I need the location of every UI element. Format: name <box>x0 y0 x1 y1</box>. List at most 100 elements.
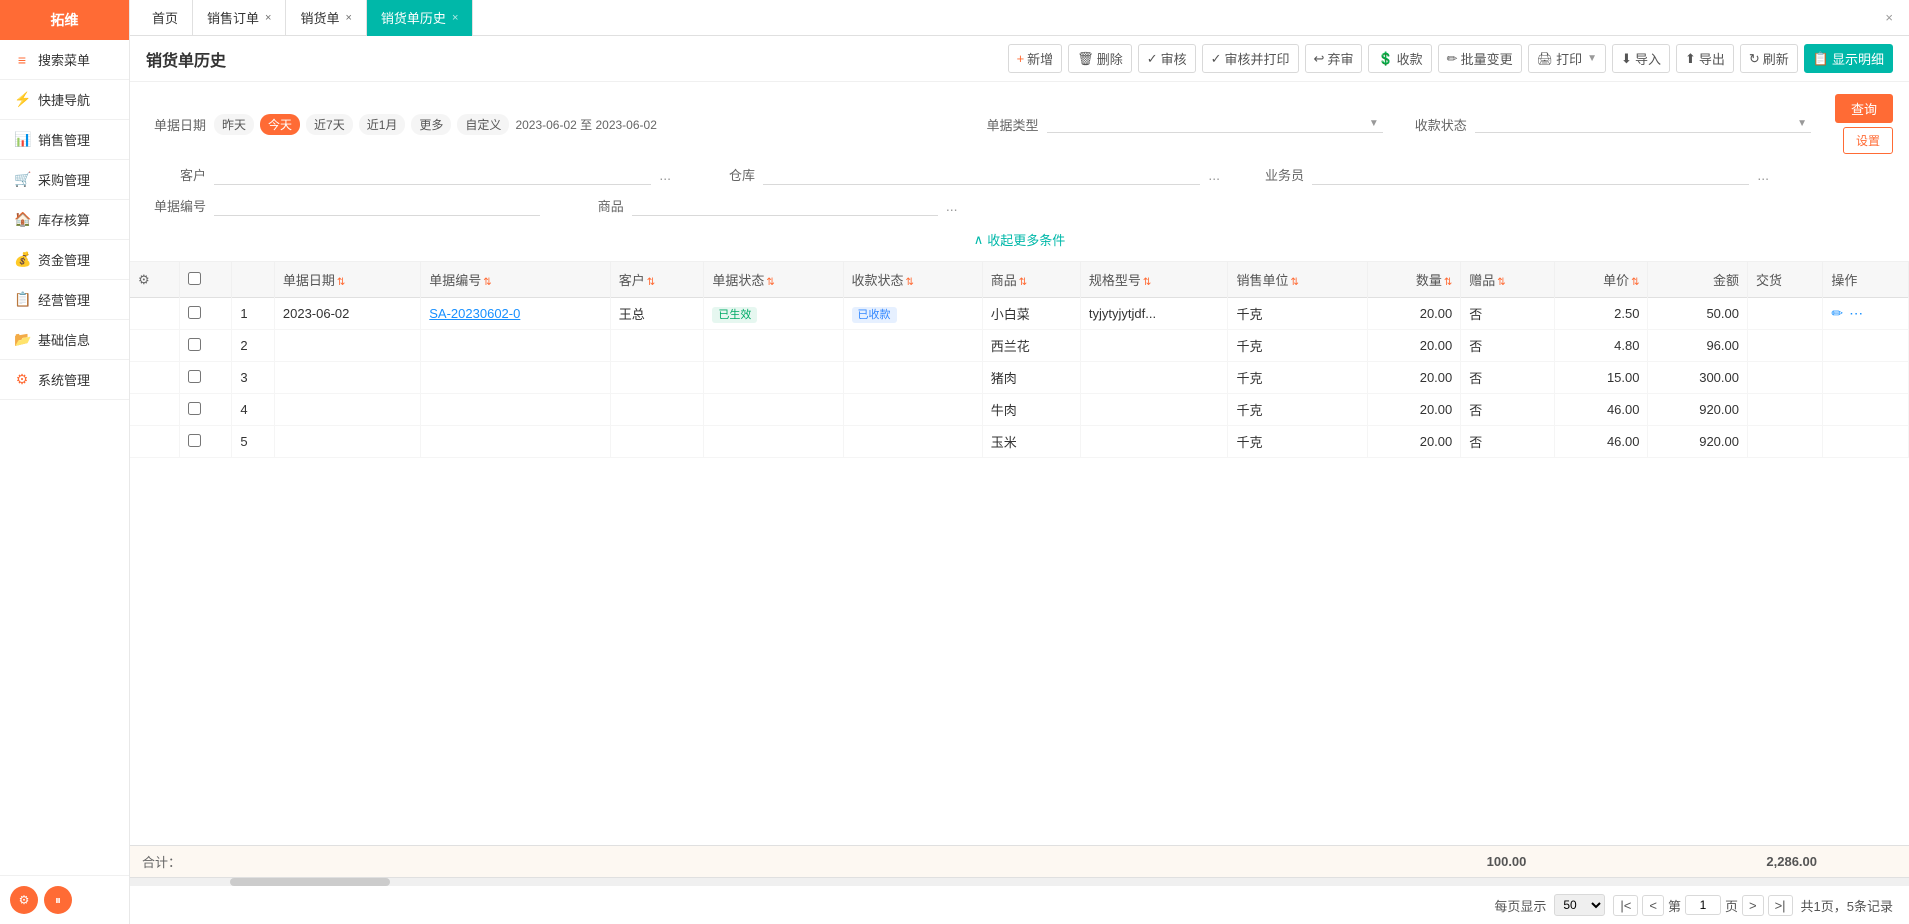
collapse-button[interactable]: ∧ 收起更多条件 <box>146 226 1893 253</box>
import-button[interactable]: ⬇ 导入 <box>1612 44 1670 73</box>
col-goods[interactable]: 商品⇅ <box>982 262 1080 298</box>
new-button[interactable]: + 新增 <box>1008 44 1063 73</box>
horizontal-scrollbar[interactable] <box>130 877 1909 885</box>
delete-button[interactable]: 🗑 删除 <box>1068 44 1132 73</box>
close-all-icon[interactable]: × <box>1877 10 1901 25</box>
date-chip-yesterday[interactable]: 昨天 <box>214 114 254 135</box>
sidebar-item-basic[interactable]: 📂 基础信息 <box>0 320 129 360</box>
checkbox-cell[interactable] <box>179 330 232 362</box>
goods-input[interactable] <box>632 195 938 216</box>
sidebar-item-sales[interactable]: 📊 销售管理 <box>0 120 129 160</box>
tab-sales-delivery[interactable]: 销货单 × <box>286 0 366 36</box>
sidebar-item-inventory[interactable]: 🏠 库存核算 <box>0 200 129 240</box>
scroll-thumb[interactable] <box>230 878 390 886</box>
tab-sales-history[interactable]: 销货单历史 × <box>367 0 473 36</box>
doc-no-cell[interactable]: SA-20230602-0 <box>421 298 610 330</box>
batch-change-button[interactable]: ✏ 批量变更 <box>1438 44 1522 73</box>
col-amount[interactable]: 金额 <box>1648 262 1748 298</box>
doc-no-link[interactable]: SA-20230602-0 <box>429 306 520 321</box>
date-chip-today[interactable]: 今天 <box>260 114 300 135</box>
col-customer[interactable]: 客户⇅ <box>610 262 704 298</box>
close-sales-delivery-icon[interactable]: × <box>345 12 351 24</box>
doc-no-cell[interactable] <box>421 330 610 362</box>
col-qty[interactable]: 数量⇅ <box>1367 262 1461 298</box>
edit-action-icon[interactable]: ✏ <box>1831 305 1843 322</box>
close-sales-order-icon[interactable]: × <box>265 12 271 24</box>
date-chip-custom[interactable]: 自定义 <box>457 114 509 135</box>
col-spec[interactable]: 规格型号⇅ <box>1080 262 1228 298</box>
tab-sales-order[interactable]: 销售订单 × <box>193 0 286 36</box>
doc-no-cell[interactable] <box>421 394 610 426</box>
customer-dots[interactable]: ... <box>659 167 671 183</box>
tab-home[interactable]: 首页 <box>138 0 193 36</box>
refresh-button[interactable]: ↻ 刷新 <box>1740 44 1798 73</box>
set-button[interactable]: 设置 <box>1843 127 1893 154</box>
display-detail-button[interactable]: 📋 显示明细 <box>1804 44 1893 73</box>
date-filter: 昨天 今天 近7天 近1月 更多 自定义 2023-06-02 至 2023-0… <box>214 114 657 135</box>
row-checkbox[interactable] <box>188 434 201 447</box>
checkbox-cell[interactable] <box>179 362 232 394</box>
doc-no-cell[interactable] <box>421 362 610 394</box>
goods-dots[interactable]: ... <box>946 198 958 214</box>
row-checkbox[interactable] <box>188 370 201 383</box>
action-cell[interactable] <box>1823 394 1909 426</box>
collect-status-select[interactable]: ▼ <box>1475 115 1811 133</box>
checkbox-cell[interactable] <box>179 394 232 426</box>
col-doc-no[interactable]: 单据编号⇅ <box>421 262 610 298</box>
gear-icon[interactable]: ⚙ <box>138 272 150 287</box>
checkbox-cell[interactable] <box>179 426 232 458</box>
col-trade[interactable]: 交货 <box>1747 262 1822 298</box>
row-checkbox[interactable] <box>188 338 201 351</box>
business-dots[interactable]: ... <box>1757 167 1769 183</box>
close-sales-history-icon[interactable]: × <box>452 12 458 24</box>
col-doc-date[interactable]: 单据日期⇅ <box>274 262 420 298</box>
current-page-input[interactable] <box>1685 895 1721 915</box>
action-cell[interactable]: ✏⋯ <box>1823 298 1909 330</box>
row-checkbox[interactable] <box>188 306 201 319</box>
query-button[interactable]: 查询 <box>1835 94 1893 123</box>
col-unit[interactable]: 销售单位⇅ <box>1228 262 1367 298</box>
row-checkbox[interactable] <box>188 402 201 415</box>
doc-type-select[interactable]: ▼ <box>1047 115 1383 133</box>
sidebar-item-quick[interactable]: ⚡ 快捷导航 <box>0 80 129 120</box>
next-page-button[interactable]: > <box>1742 895 1764 916</box>
sidebar-item-system[interactable]: ⚙ 系统管理 <box>0 360 129 400</box>
sidebar-settings-icon[interactable]: ⚙ <box>10 886 38 914</box>
select-all-checkbox[interactable] <box>188 272 201 285</box>
sidebar-item-search[interactable]: ≡ 搜索菜单 <box>0 40 129 80</box>
date-chip-7days[interactable]: 近7天 <box>306 114 353 135</box>
collect-button[interactable]: 💲 收款 <box>1368 44 1431 73</box>
abandon-button[interactable]: ↩ 弃审 <box>1305 44 1363 73</box>
prev-page-button[interactable]: < <box>1642 895 1664 916</box>
warehouse-input[interactable] <box>763 164 1200 185</box>
doc-no-input[interactable] <box>214 195 540 216</box>
doc-date-cell: 2023-06-02 <box>274 298 420 330</box>
col-gear[interactable]: ⚙ <box>130 262 179 298</box>
sidebar-item-purchase[interactable]: 🛒 采购管理 <box>0 160 129 200</box>
action-cell[interactable] <box>1823 330 1909 362</box>
business-input[interactable] <box>1312 164 1749 185</box>
last-page-button[interactable]: >| <box>1768 895 1793 916</box>
export-button[interactable]: ⬆ 导出 <box>1676 44 1734 73</box>
sidebar-item-operations[interactable]: 📋 经营管理 <box>0 280 129 320</box>
col-collect-status[interactable]: 收款状态⇅ <box>843 262 982 298</box>
col-price[interactable]: 单价⇅ <box>1554 262 1648 298</box>
warehouse-dots[interactable]: ... <box>1208 167 1220 183</box>
first-page-button[interactable]: |< <box>1613 895 1638 916</box>
per-page-select[interactable]: 50 100 200 <box>1554 894 1605 916</box>
doc-no-cell[interactable] <box>421 426 610 458</box>
audit-print-button[interactable]: ✓ 审核并打印 <box>1202 44 1299 73</box>
customer-input[interactable] <box>214 164 651 185</box>
action-cell[interactable] <box>1823 426 1909 458</box>
print-button[interactable]: 🖨 打印 ▼ <box>1528 44 1606 73</box>
date-chip-more[interactable]: 更多 <box>411 114 451 135</box>
checkbox-cell[interactable] <box>179 298 232 330</box>
col-gift[interactable]: 赠品⇅ <box>1461 262 1555 298</box>
more-action-icon[interactable]: ⋯ <box>1849 305 1863 322</box>
col-doc-status[interactable]: 单据状态⇅ <box>704 262 843 298</box>
audit-button[interactable]: ✓ 审核 <box>1138 44 1196 73</box>
sidebar-pause-icon[interactable]: ⏸ <box>44 886 72 914</box>
action-cell[interactable] <box>1823 362 1909 394</box>
sidebar-item-funds[interactable]: 💰 资金管理 <box>0 240 129 280</box>
date-chip-1month[interactable]: 近1月 <box>359 114 406 135</box>
